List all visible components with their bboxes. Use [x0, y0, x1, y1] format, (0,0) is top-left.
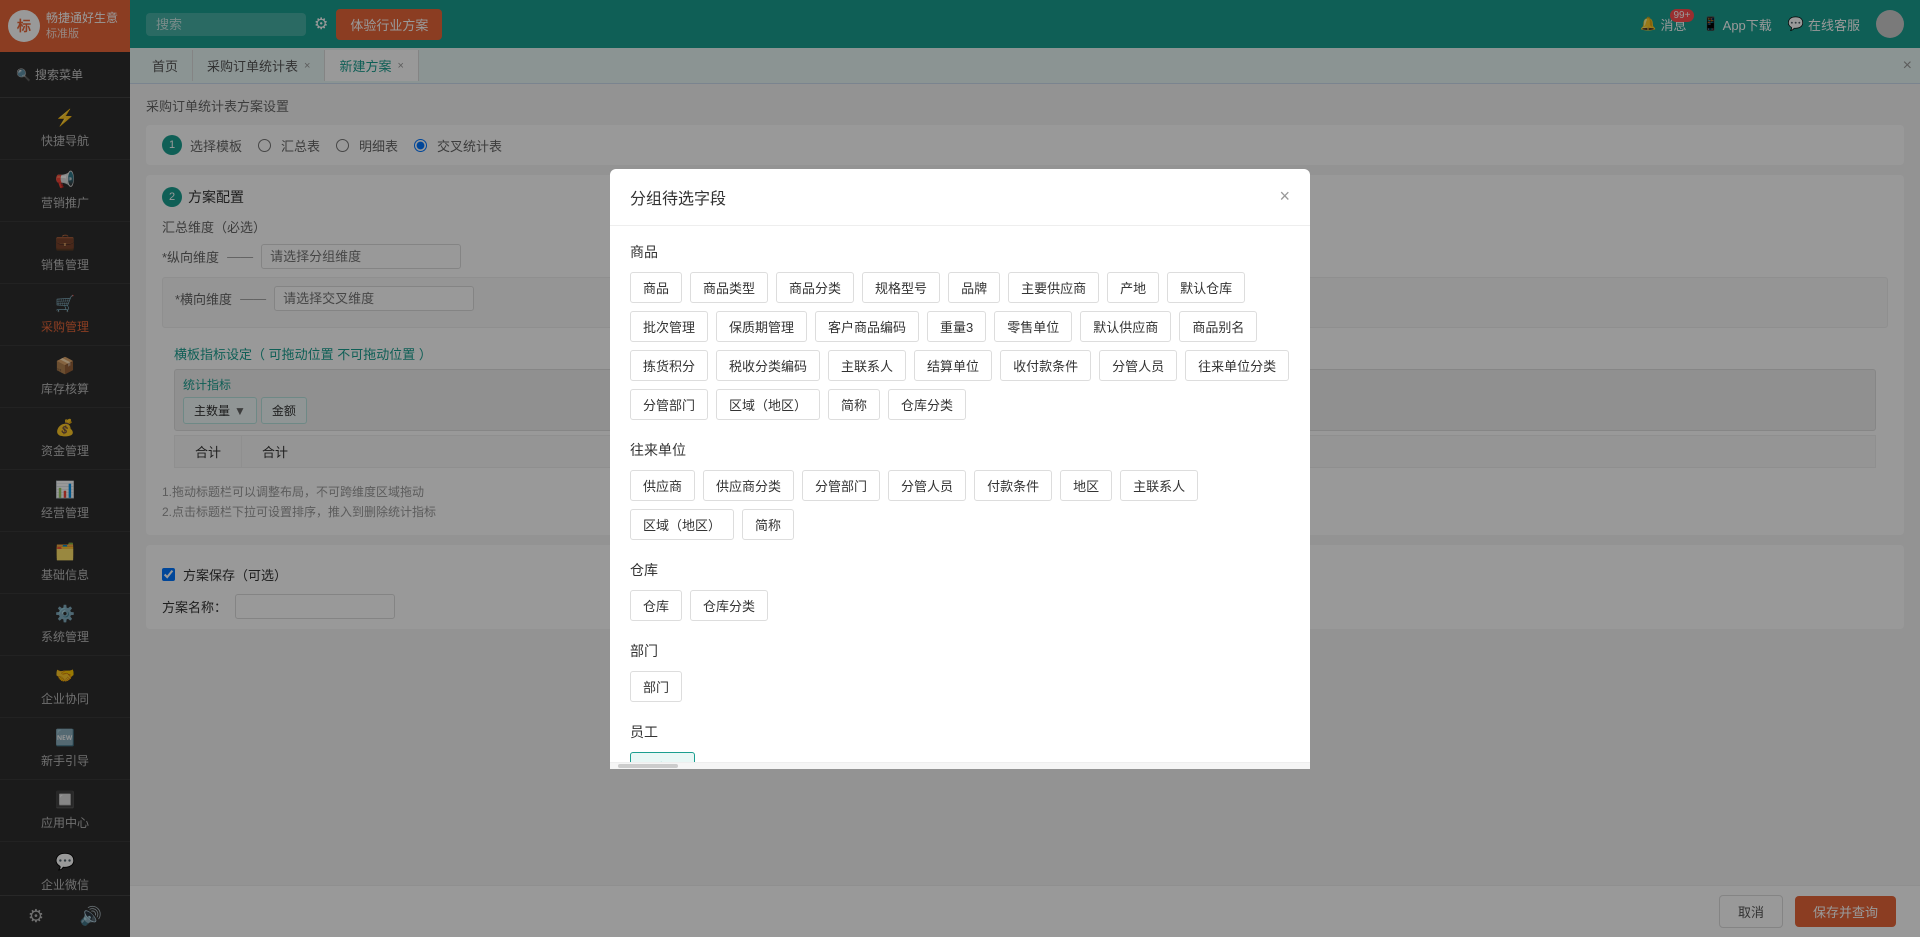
- field-group-goods: 商品 商品 商品类型 商品分类 规格型号 品牌 主要供应商 产地 默认仓库 批次…: [630, 242, 1290, 420]
- field-chip-goods-8[interactable]: 批次管理: [630, 311, 708, 342]
- field-chip-goods-10[interactable]: 客户商品编码: [815, 311, 919, 342]
- field-chip-partner-8[interactable]: 简称: [742, 509, 794, 540]
- field-chip-goods-25[interactable]: 仓库分类: [888, 389, 966, 420]
- field-chip-goods-15[interactable]: 拣货积分: [630, 350, 708, 381]
- field-chips-partner: 供应商 供应商分类 分管部门 分管人员 付款条件 地区 主联系人 区域（地区） …: [630, 470, 1290, 540]
- field-chip-goods-7[interactable]: 默认仓库: [1167, 272, 1245, 303]
- field-chip-goods-12[interactable]: 零售单位: [994, 311, 1072, 342]
- field-select-modal: 分组待选字段 × 商品 商品 商品类型 商品分类 规格型号 品牌 主要供应商 产…: [610, 169, 1310, 769]
- modal-overlay: 分组待选字段 × 商品 商品 商品类型 商品分类 规格型号 品牌 主要供应商 产…: [0, 0, 1920, 937]
- field-chip-goods-24[interactable]: 简称: [828, 389, 880, 420]
- field-chip-goods-16[interactable]: 税收分类编码: [716, 350, 820, 381]
- field-chip-goods-3[interactable]: 规格型号: [862, 272, 940, 303]
- field-chip-warehouse-0[interactable]: 仓库: [630, 590, 682, 621]
- modal-body: 商品 商品 商品类型 商品分类 规格型号 品牌 主要供应商 产地 默认仓库 批次…: [610, 226, 1310, 763]
- field-chip-partner-3[interactable]: 分管人员: [888, 470, 966, 501]
- field-chip-partner-4[interactable]: 付款条件: [974, 470, 1052, 501]
- field-chip-partner-1[interactable]: 供应商分类: [703, 470, 794, 501]
- field-chip-goods-5[interactable]: 主要供应商: [1008, 272, 1099, 303]
- field-chip-goods-20[interactable]: 分管人员: [1099, 350, 1177, 381]
- field-group-employee-title: 员工: [630, 722, 1290, 742]
- field-chip-goods-21[interactable]: 往来单位分类: [1185, 350, 1289, 381]
- field-chips-department: 部门: [630, 671, 1290, 702]
- modal-header: 分组待选字段 ×: [610, 169, 1310, 226]
- field-group-warehouse: 仓库 仓库 仓库分类: [630, 560, 1290, 621]
- field-chip-goods-14[interactable]: 商品别名: [1179, 311, 1257, 342]
- field-chip-goods-0[interactable]: 商品: [630, 272, 682, 303]
- field-group-warehouse-title: 仓库: [630, 560, 1290, 580]
- field-chip-partner-2[interactable]: 分管部门: [802, 470, 880, 501]
- field-chip-goods-2[interactable]: 商品分类: [776, 272, 854, 303]
- field-chips-warehouse: 仓库 仓库分类: [630, 590, 1290, 621]
- field-chip-partner-5[interactable]: 地区: [1060, 470, 1112, 501]
- field-chip-goods-4[interactable]: 品牌: [948, 272, 1000, 303]
- field-group-department: 部门 部门: [630, 641, 1290, 702]
- field-chips-goods: 商品 商品类型 商品分类 规格型号 品牌 主要供应商 产地 默认仓库 批次管理 …: [630, 272, 1290, 420]
- field-chip-partner-7[interactable]: 区域（地区）: [630, 509, 734, 540]
- field-chip-goods-22[interactable]: 分管部门: [630, 389, 708, 420]
- field-group-employee: 员工 业务员: [630, 722, 1290, 763]
- modal-scrollbar-x[interactable]: [610, 762, 1310, 769]
- field-group-partner: 往来单位 供应商 供应商分类 分管部门 分管人员 付款条件 地区 主联系人 区域…: [630, 440, 1290, 540]
- field-group-partner-title: 往来单位: [630, 440, 1290, 460]
- field-chip-goods-19[interactable]: 收付款条件: [1000, 350, 1091, 381]
- field-chip-goods-11[interactable]: 重量3: [927, 311, 986, 342]
- field-chip-department-0[interactable]: 部门: [630, 671, 682, 702]
- field-chip-goods-9[interactable]: 保质期管理: [716, 311, 807, 342]
- field-chip-goods-6[interactable]: 产地: [1107, 272, 1159, 303]
- modal-close-button[interactable]: ×: [1279, 186, 1290, 207]
- field-group-goods-title: 商品: [630, 242, 1290, 262]
- field-chip-partner-0[interactable]: 供应商: [630, 470, 695, 501]
- field-chip-goods-13[interactable]: 默认供应商: [1080, 311, 1171, 342]
- field-chip-goods-1[interactable]: 商品类型: [690, 272, 768, 303]
- field-chip-employee-0[interactable]: 业务员: [630, 752, 695, 763]
- modal-title: 分组待选字段: [630, 185, 726, 209]
- field-chip-goods-17[interactable]: 主联系人: [828, 350, 906, 381]
- field-chip-goods-18[interactable]: 结算单位: [914, 350, 992, 381]
- field-chip-warehouse-1[interactable]: 仓库分类: [690, 590, 768, 621]
- field-chips-employee: 业务员: [630, 752, 1290, 763]
- field-chip-partner-6[interactable]: 主联系人: [1120, 470, 1198, 501]
- field-chip-goods-23[interactable]: 区域（地区）: [716, 389, 820, 420]
- field-group-department-title: 部门: [630, 641, 1290, 661]
